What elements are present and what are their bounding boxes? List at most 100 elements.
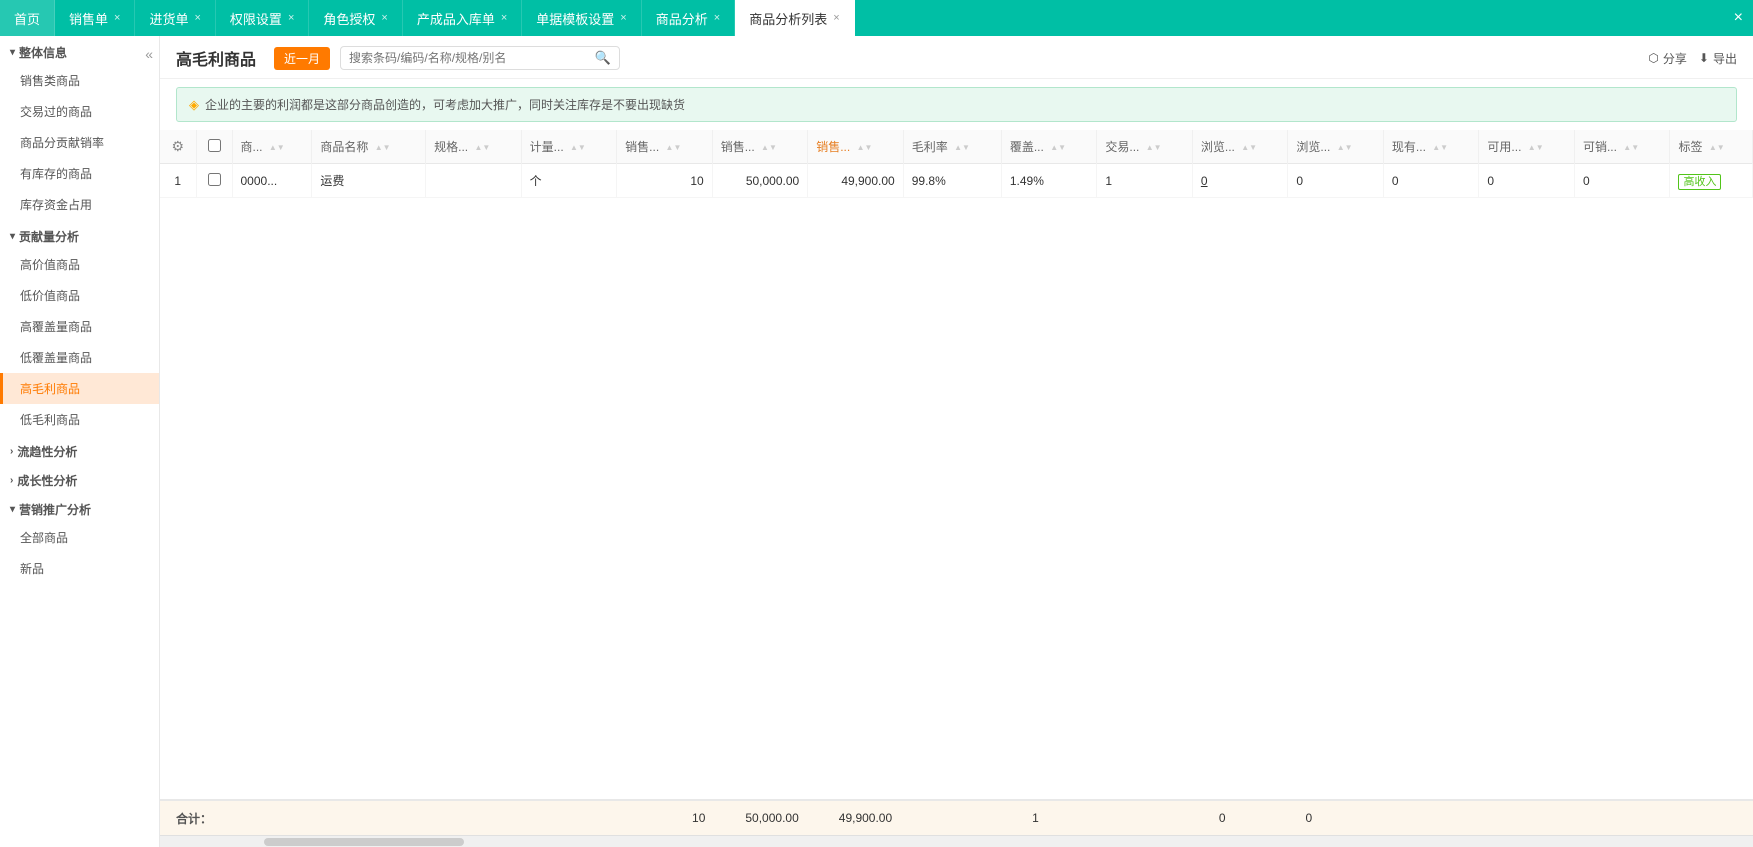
- col-spec-header[interactable]: 规格... ▲▼: [426, 130, 522, 164]
- sort-current-icon: ▲▼: [1432, 143, 1448, 152]
- sort-spec-icon: ▲▼: [475, 143, 491, 152]
- sort-view1-icon: ▲▼: [1241, 143, 1257, 152]
- cell-code: 0000...: [232, 164, 312, 198]
- col-unit-header[interactable]: 计量... ▲▼: [521, 130, 617, 164]
- nav-template[interactable]: 单据模板设置 ×: [522, 0, 641, 36]
- table-header-row: ⚙ 商... ▲▼ 商品名称 ▲▼: [160, 130, 1753, 164]
- sidebar-collapse-button[interactable]: «: [145, 46, 153, 62]
- cell-view1[interactable]: 0: [1192, 164, 1288, 198]
- sidebar-item-in-stock[interactable]: 有库存的商品: [0, 158, 159, 189]
- footer-salesamt: 50,000.00: [745, 811, 798, 825]
- arrow-down-icon-2: ▾: [10, 231, 15, 242]
- nav-close-sales[interactable]: ×: [114, 12, 120, 24]
- sidebar-item-new-goods[interactable]: 新品: [0, 553, 159, 584]
- sidebar-item-all-goods[interactable]: 全部商品: [0, 522, 159, 553]
- sidebar-item-contribution-rate[interactable]: 商品分贡献销率: [0, 127, 159, 158]
- sidebar-item-low-value[interactable]: 低价值商品: [0, 280, 159, 311]
- info-banner: ◈ 企业的主要的利润都是这部分商品创造的，可考虑加大推广，同时关注库存是不要出现…: [176, 87, 1737, 122]
- col-view2-header[interactable]: 浏览... ▲▼: [1288, 130, 1384, 164]
- col-code-header[interactable]: 商... ▲▼: [232, 130, 312, 164]
- nav-close-purchase[interactable]: ×: [194, 12, 200, 24]
- col-current-header[interactable]: 现有... ▲▼: [1383, 130, 1479, 164]
- footer-salesqty: 10: [692, 811, 705, 825]
- nav-close-template[interactable]: ×: [620, 12, 626, 24]
- cell-salesamt: 50,000.00: [712, 164, 808, 198]
- nav-permission[interactable]: 权限设置 ×: [216, 0, 309, 36]
- sidebar-group-overall[interactable]: ▾ 整体信息: [0, 36, 159, 65]
- col-name-header[interactable]: 商品名称 ▲▼: [312, 130, 426, 164]
- cell-spec: [426, 164, 522, 198]
- sort-salesprofit-icon: ▲▼: [857, 143, 873, 152]
- content-header: 高毛利商品 近一月 🔍 ⬡ 分享 ⬇ 导出: [160, 36, 1753, 79]
- cell-current: 0: [1383, 164, 1479, 198]
- share-button[interactable]: ⬡ 分享: [1648, 50, 1687, 67]
- cell-available: 0: [1479, 164, 1575, 198]
- sidebar-group-marketing[interactable]: ▾ 营销推广分析: [0, 493, 159, 522]
- nav-sales[interactable]: 销售单 ×: [55, 0, 135, 36]
- footer-available: 0: [1306, 811, 1313, 825]
- export-button[interactable]: ⬇ 导出: [1699, 50, 1737, 67]
- sidebar-group-contribution[interactable]: ▾ 贡献量分析: [0, 220, 159, 249]
- search-icon[interactable]: 🔍: [595, 50, 611, 66]
- sort-transaction-icon: ▲▼: [1146, 143, 1162, 152]
- col-view1-header[interactable]: 浏览... ▲▼: [1192, 130, 1288, 164]
- nav-purchase[interactable]: 进货单 ×: [135, 0, 215, 36]
- nav-close-product-inbound[interactable]: ×: [501, 12, 507, 24]
- sidebar-item-high-coverage[interactable]: 高覆盖量商品: [0, 311, 159, 342]
- sidebar-item-sales-goods[interactable]: 销售类商品: [0, 65, 159, 96]
- nav-close-product-analysis-list[interactable]: ×: [833, 12, 839, 24]
- nav-close-permission[interactable]: ×: [288, 12, 294, 24]
- sort-name-icon: ▲▼: [375, 143, 391, 152]
- col-checkbox[interactable]: [196, 130, 232, 164]
- col-saleable-header[interactable]: 可销... ▲▼: [1574, 130, 1670, 164]
- sidebar-item-high-value[interactable]: 高价值商品: [0, 249, 159, 280]
- footer-label: 合计：: [176, 810, 212, 827]
- nav-product-analysis[interactable]: 商品分析 ×: [642, 0, 735, 36]
- select-all-checkbox[interactable]: [208, 139, 221, 152]
- nav-product-inbound[interactable]: 产成品入库单 ×: [403, 0, 522, 36]
- search-input[interactable]: [349, 51, 589, 65]
- scroll-thumb[interactable]: [264, 838, 464, 846]
- col-coverage-header[interactable]: 覆盖... ▲▼: [1001, 130, 1097, 164]
- data-table: ⚙ 商... ▲▼ 商品名称 ▲▼: [160, 130, 1753, 198]
- footer-current: 0: [1219, 811, 1226, 825]
- col-grossmargin-header[interactable]: 毛利率 ▲▼: [903, 130, 1001, 164]
- sidebar-item-traded-goods[interactable]: 交易过的商品: [0, 96, 159, 127]
- sidebar-item-low-margin[interactable]: 低毛利商品: [0, 404, 159, 435]
- sort-salesamt-icon: ▲▼: [761, 143, 777, 152]
- sidebar-item-high-margin[interactable]: 高毛利商品: [0, 373, 159, 404]
- cell-name[interactable]: 运费: [312, 164, 426, 198]
- arrow-down-icon: ▾: [10, 47, 15, 58]
- cell-salesqty: 10: [617, 164, 713, 198]
- col-available-header[interactable]: 可用... ▲▼: [1479, 130, 1575, 164]
- cell-checkbox[interactable]: [196, 164, 232, 198]
- col-settings[interactable]: ⚙: [160, 130, 196, 164]
- col-tag-header[interactable]: 标签 ▲▼: [1670, 130, 1753, 164]
- sidebar-item-stock-capital[interactable]: 库存资金占用: [0, 189, 159, 220]
- nav-product-analysis-list[interactable]: 商品分析列表 ×: [735, 0, 854, 36]
- period-button[interactable]: 近一月: [274, 47, 330, 70]
- sort-view2-icon: ▲▼: [1337, 143, 1353, 152]
- table-row: 1 0000... 运费 个 10 50,000.00 49,900.00: [160, 164, 1753, 198]
- col-transaction-header[interactable]: 交易... ▲▼: [1097, 130, 1193, 164]
- cell-grossmargin: 99.8%: [903, 164, 1001, 198]
- col-salesamt-header[interactable]: 销售... ▲▼: [712, 130, 808, 164]
- col-salesprofit-header[interactable]: 销售... ▲▼: [808, 130, 904, 164]
- nav-close-all[interactable]: ×: [1734, 9, 1753, 27]
- nav-close-product-analysis[interactable]: ×: [714, 12, 720, 24]
- nav-role[interactable]: 角色授权 ×: [309, 0, 402, 36]
- sidebar-group-growth[interactable]: › 成长性分析: [0, 464, 159, 493]
- sort-coverage-icon: ▲▼: [1050, 143, 1066, 152]
- sort-saleable-icon: ▲▼: [1623, 143, 1639, 152]
- cell-tag: 高收入: [1670, 164, 1753, 198]
- main-layout: « ▾ 整体信息 销售类商品 交易过的商品 商品分贡献销率 有库存的商品 库存资…: [0, 36, 1753, 847]
- table-footer: 合计： 10 50,000.00 49,900.00 1 0 0: [160, 799, 1753, 835]
- sidebar-item-low-coverage[interactable]: 低覆盖量商品: [0, 342, 159, 373]
- row-checkbox[interactable]: [208, 173, 221, 186]
- sidebar-group-trend[interactable]: › 流趋性分析: [0, 435, 159, 464]
- horizontal-scrollbar[interactable]: [160, 835, 1753, 847]
- nav-home[interactable]: 首页: [0, 0, 55, 36]
- sort-code-icon: ▲▼: [269, 143, 285, 152]
- nav-close-role[interactable]: ×: [381, 12, 387, 24]
- col-salesqty-header[interactable]: 销售... ▲▼: [617, 130, 713, 164]
